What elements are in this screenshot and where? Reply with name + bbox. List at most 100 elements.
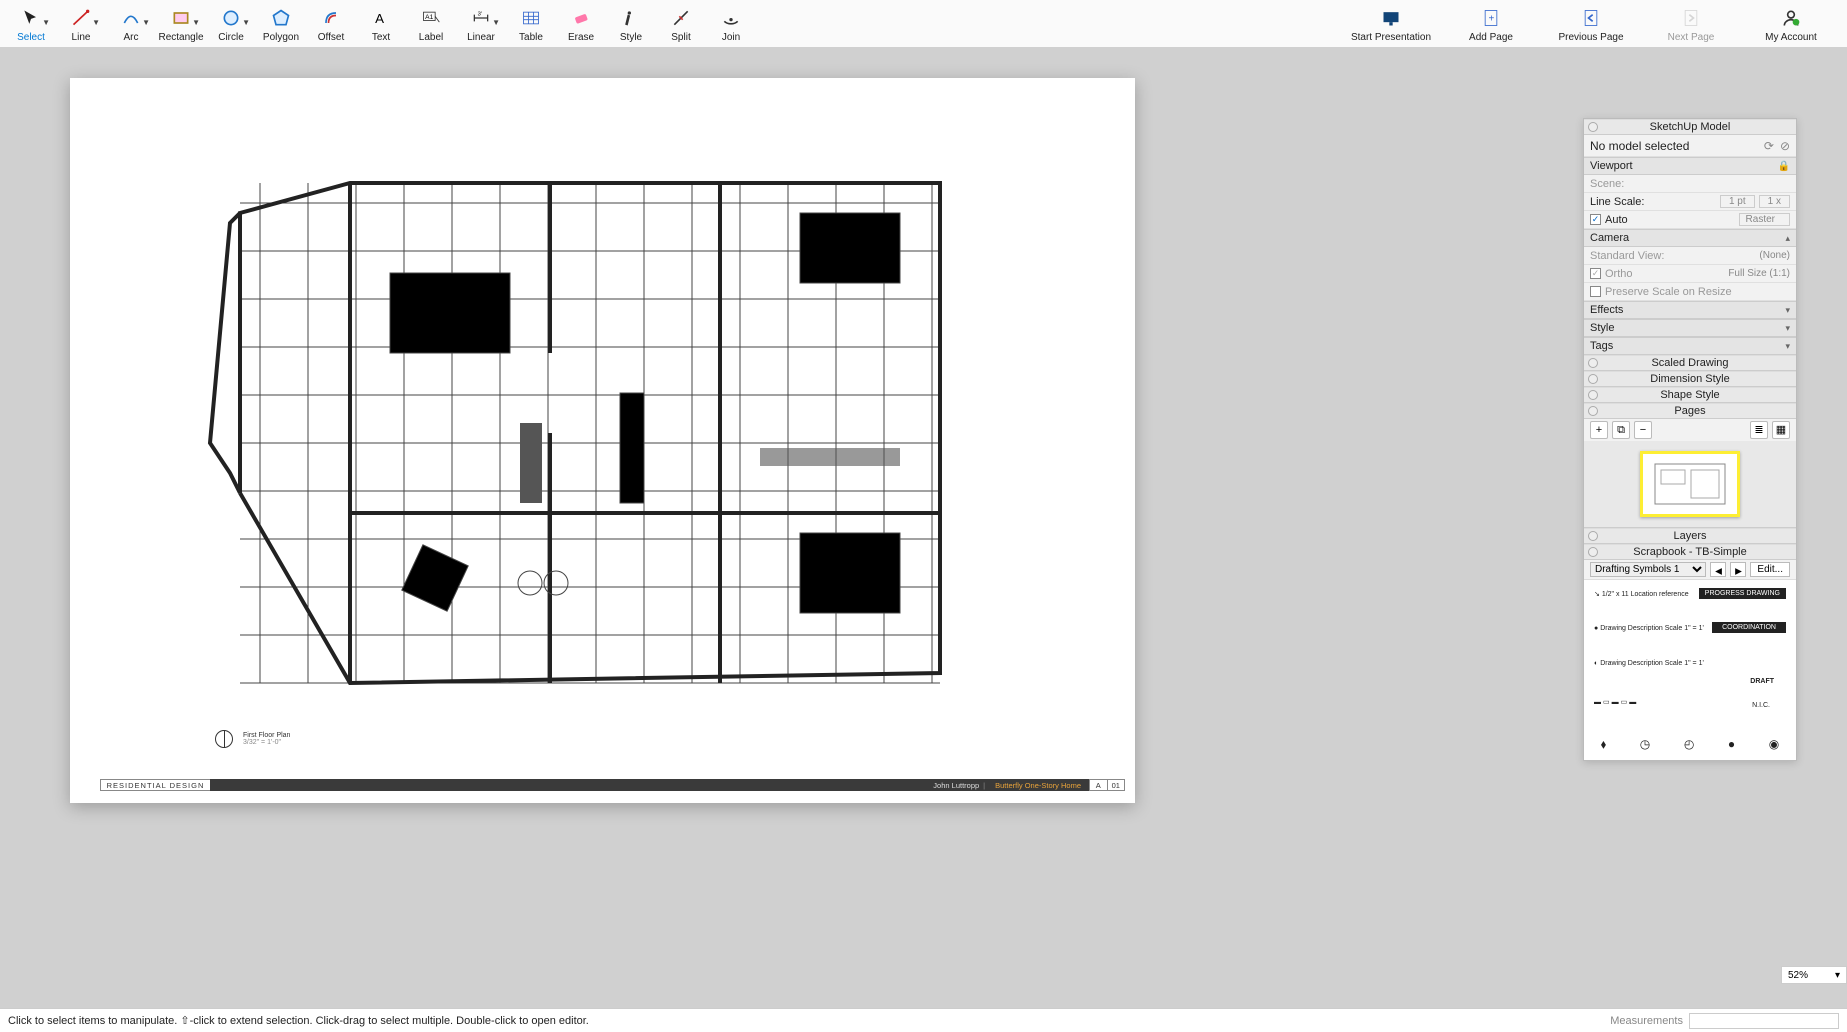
panel-header-model[interactable]: SketchUp Model: [1584, 119, 1796, 135]
arc-icon: [121, 6, 141, 30]
scrap-item-desc2[interactable]: ◐ Drawing Description Scale 1" = 1': [1594, 660, 1704, 667]
scrapbook-set-select[interactable]: Drafting Symbols 1: [1590, 562, 1706, 577]
style-label: Style: [620, 32, 642, 43]
arc-tool[interactable]: Arc▼: [106, 4, 156, 47]
line-tool[interactable]: Line▼: [56, 4, 106, 47]
chevron-down-icon: ▼: [492, 18, 500, 27]
text-tool[interactable]: AText: [356, 4, 406, 47]
list-view-button[interactable]: ≣: [1750, 421, 1768, 439]
previous-page-icon: [1581, 6, 1601, 30]
scrapbook-prev-button[interactable]: ◂: [1710, 562, 1726, 577]
rectangle-tool[interactable]: Rectangle▼: [156, 4, 206, 47]
floor-plan-drawing[interactable]: [200, 173, 960, 693]
scrapbook-body[interactable]: ↘ 1/2" x 11 Location reference PROGRESS …: [1584, 580, 1796, 760]
erase-tool[interactable]: Erase: [556, 4, 606, 47]
line-scale-pt[interactable]: 1 pt: [1720, 195, 1755, 208]
preserve-scale-checkbox[interactable]: [1590, 286, 1601, 297]
north-arrow-2-icon[interactable]: ◷: [1640, 737, 1650, 752]
arc-label: Arc: [124, 32, 139, 43]
my-account-label: My Account: [1765, 32, 1817, 43]
scrap-item-nic[interactable]: N.I.C.: [1752, 702, 1770, 709]
previous-page-tool[interactable]: Previous Page: [1541, 4, 1641, 47]
unlink-icon[interactable]: ⊘: [1780, 139, 1790, 153]
ortho-value[interactable]: Full Size (1:1): [1728, 268, 1790, 279]
label-tool[interactable]: A1 Label: [406, 4, 456, 47]
rectangle-label: Rectangle: [158, 32, 203, 43]
auto-checkbox[interactable]: ✓: [1590, 214, 1601, 225]
relink-icon[interactable]: ⟳: [1764, 139, 1774, 153]
north-arrow-4-icon[interactable]: ●: [1728, 737, 1735, 752]
scrap-item-coord[interactable]: COORDINATION: [1712, 622, 1786, 633]
line-scale-x[interactable]: 1 x: [1759, 195, 1790, 208]
label-label: Label: [419, 32, 443, 43]
offset-icon: [321, 6, 341, 30]
page-sheet[interactable]: First Floor Plan 3/32" = 1'-0" RESIDENTI…: [70, 78, 1135, 803]
panel-header-pages[interactable]: Pages: [1584, 403, 1796, 419]
section-effects[interactable]: Effects▾: [1584, 301, 1796, 319]
panel-header-layers[interactable]: Layers: [1584, 528, 1796, 544]
start-presentation-label: Start Presentation: [1351, 32, 1431, 43]
ortho-checkbox[interactable]: ✓: [1590, 268, 1601, 279]
measurements-label: Measurements: [1610, 1015, 1683, 1027]
scrap-item-draft[interactable]: DRAFT: [1750, 678, 1774, 685]
start-presentation-tool[interactable]: Start Presentation: [1341, 4, 1441, 47]
page-thumbnail-1[interactable]: [1640, 451, 1740, 517]
panel-header-scaled-drawing[interactable]: Scaled Drawing: [1584, 355, 1796, 371]
polygon-label: Polygon: [263, 32, 299, 43]
scrapbook-edit-button[interactable]: Edit...: [1750, 562, 1790, 577]
standard-view-value[interactable]: (None): [1759, 250, 1790, 261]
join-label: Join: [722, 32, 740, 43]
titleblock-project: Butterfly One-Story Home: [995, 781, 1081, 790]
scrap-item-loc-ref[interactable]: ↘ 1/2" x 11 Location reference: [1594, 590, 1689, 598]
line-icon: [71, 6, 91, 30]
auto-label: Auto: [1605, 214, 1739, 226]
scrap-item-desc1[interactable]: ● Drawing Description Scale 1" = 1': [1594, 625, 1704, 632]
scrap-item-progress[interactable]: PROGRESS DRAWING: [1699, 588, 1786, 599]
label-icon: A1: [421, 6, 441, 30]
duplicate-page-button[interactable]: ⧉: [1612, 421, 1630, 439]
add-page-label: Add Page: [1469, 32, 1513, 43]
panel-header-dimension-style[interactable]: Dimension Style: [1584, 371, 1796, 387]
scrap-item-symbols-row[interactable]: ⬧ ◷ ◴ ● ◉: [1584, 737, 1796, 752]
render-mode-select[interactable]: Raster: [1739, 213, 1790, 226]
delete-page-button[interactable]: −: [1634, 421, 1652, 439]
style-icon: [621, 6, 641, 30]
polygon-tool[interactable]: Polygon: [256, 4, 306, 47]
circle-tool[interactable]: Circle▼: [206, 4, 256, 47]
titleblock: RESIDENTIAL DESIGN John Luttropp | Butte…: [100, 779, 1125, 791]
add-page-tool[interactable]: + Add Page: [1441, 4, 1541, 47]
add-page-button[interactable]: +: [1590, 421, 1608, 439]
canvas-area[interactable]: First Floor Plan 3/32" = 1'-0" RESIDENTI…: [0, 48, 1847, 1008]
style-tool[interactable]: Style: [606, 4, 656, 47]
north-arrow-5-icon[interactable]: ◉: [1769, 737, 1779, 752]
scrapbook-next-button[interactable]: ▸: [1730, 562, 1746, 577]
zoom-select[interactable]: 52%▾: [1781, 966, 1847, 984]
text-icon: A: [371, 6, 391, 30]
status-hint: Click to select items to manipulate. ⇧-c…: [8, 1014, 1610, 1027]
scrap-item-scalebar[interactable]: ▬▭▬▭▬: [1594, 698, 1638, 706]
join-tool[interactable]: Join: [706, 4, 756, 47]
section-style[interactable]: Style▾: [1584, 319, 1796, 337]
split-tool[interactable]: Split: [656, 4, 706, 47]
grid-view-button[interactable]: ▦: [1772, 421, 1790, 439]
offset-tool[interactable]: Offset: [306, 4, 356, 47]
scene-label: Scene:: [1590, 178, 1790, 190]
section-tags[interactable]: Tags▾: [1584, 337, 1796, 355]
section-camera[interactable]: Camera▴: [1584, 229, 1796, 247]
north-arrow-3-icon[interactable]: ◴: [1684, 737, 1694, 752]
panel-header-scrapbook[interactable]: Scrapbook - TB-Simple: [1584, 544, 1796, 560]
titleblock-discipline: RESIDENTIAL DESIGN: [100, 779, 210, 791]
my-account-tool[interactable]: My Account: [1741, 4, 1841, 47]
section-viewport[interactable]: Viewport🔒: [1584, 157, 1796, 175]
panel-header-shape-style[interactable]: Shape Style: [1584, 387, 1796, 403]
measurements-input[interactable]: [1689, 1013, 1839, 1029]
lock-icon[interactable]: 🔒: [1778, 161, 1790, 172]
north-arrow-1-icon[interactable]: ⬧: [1601, 737, 1606, 752]
select-tool[interactable]: Select▼: [6, 4, 56, 47]
linear-tool[interactable]: 3'Linear▼: [456, 4, 506, 47]
table-tool[interactable]: Table: [506, 4, 556, 47]
chevron-down-icon: ▼: [142, 18, 150, 27]
inspector-panel: SketchUp Model No model selected ⟳ ⊘ Vie…: [1583, 118, 1797, 761]
sheet-letter: A: [1090, 780, 1107, 790]
add-page-icon: +: [1481, 6, 1501, 30]
